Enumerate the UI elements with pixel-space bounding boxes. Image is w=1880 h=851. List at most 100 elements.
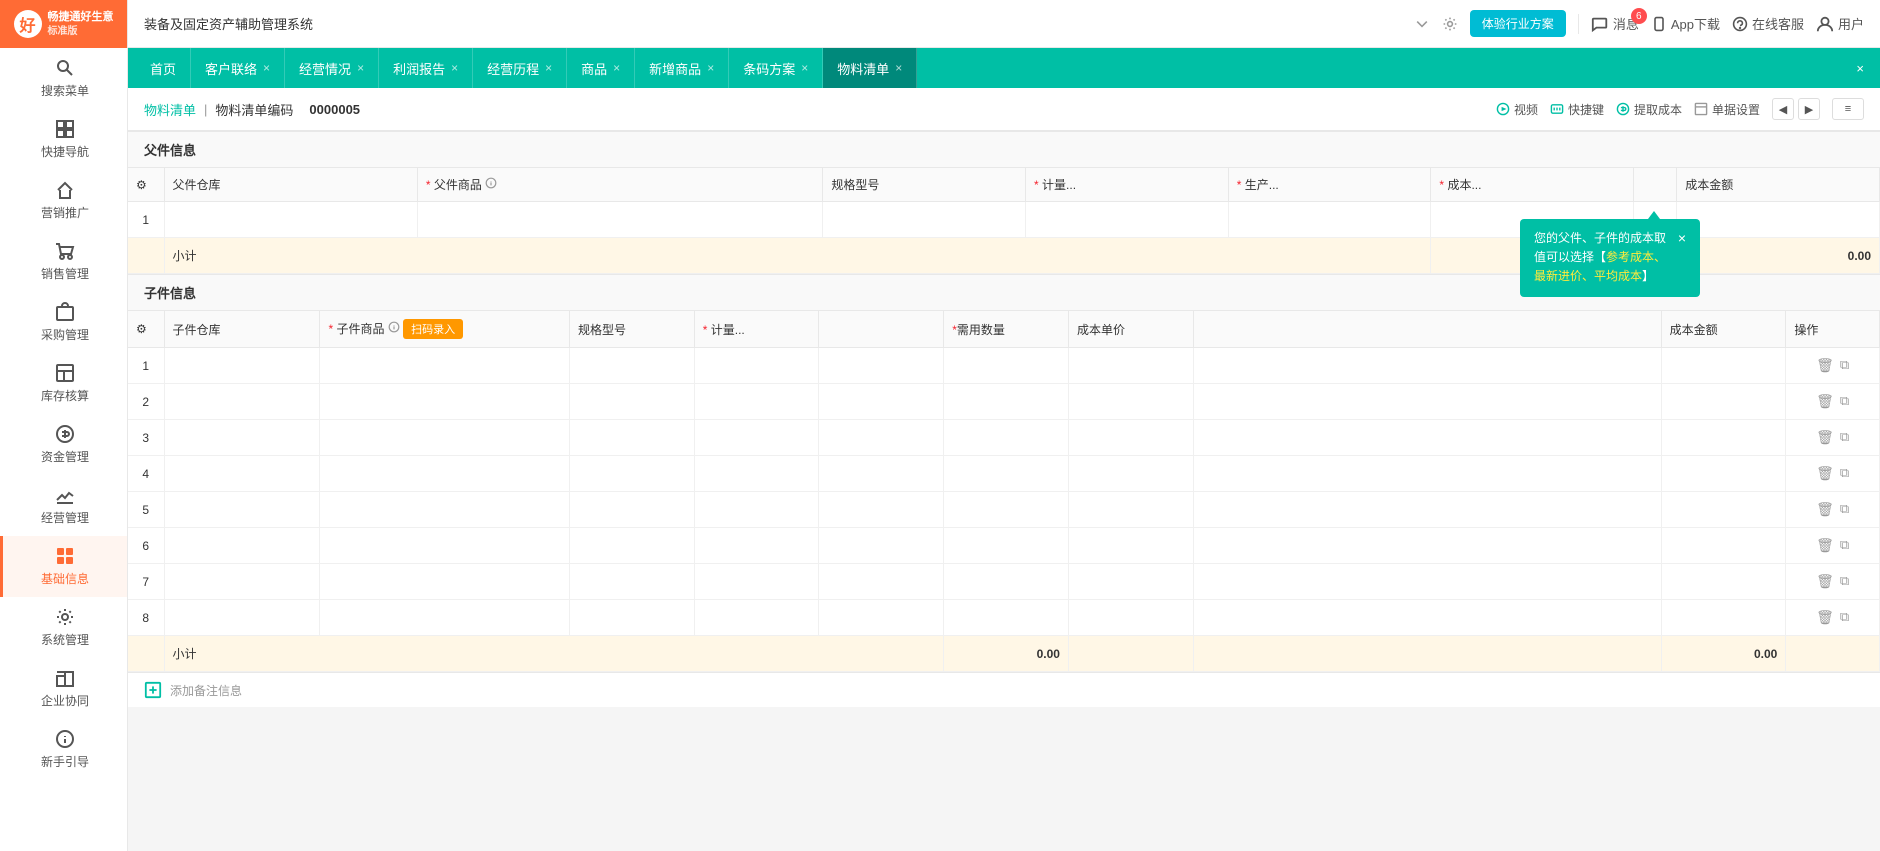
parent-cell-produce[interactable] — [1228, 202, 1431, 238]
child-cell-product-3[interactable] — [320, 456, 570, 492]
close-tab-profit[interactable]: × — [451, 61, 458, 75]
user-btn[interactable]: 用户 — [1816, 14, 1864, 33]
child-cell-spec-2[interactable] — [569, 420, 694, 456]
child-cell-qty-7[interactable] — [944, 600, 1069, 636]
delete-icon-6[interactable]: 🗑 — [1816, 573, 1834, 590]
sidebar-item-guide[interactable]: 新手引导 — [0, 719, 127, 780]
child-cell-unit-5[interactable] — [694, 528, 819, 564]
delete-icon-7[interactable]: 🗑 — [1816, 609, 1834, 626]
tooltip-close-btn[interactable]: × — [1678, 227, 1686, 249]
parent-cell-spec[interactable] — [823, 202, 1026, 238]
tab-product[interactable]: 商品 × — [567, 48, 635, 88]
child-cell-warehouse-4[interactable] — [164, 492, 320, 528]
child-cell-unit-1[interactable] — [694, 384, 819, 420]
nav-next-btn[interactable]: ▶ — [1798, 98, 1820, 120]
sidebar-item-basic[interactable]: 基础信息 — [0, 536, 127, 597]
gear-header-icon[interactable] — [1442, 16, 1458, 32]
child-cell-product-1[interactable] — [320, 384, 570, 420]
copy-icon-6[interactable]: ⧉ — [1840, 573, 1849, 590]
parent-cell-warehouse[interactable] — [164, 202, 417, 238]
toolbar-video[interactable]: 视频 — [1496, 101, 1538, 118]
sidebar-item-nav[interactable]: 快捷导航 — [0, 109, 127, 170]
copy-icon-2[interactable]: ⧉ — [1840, 429, 1849, 446]
child-cell-qty-6[interactable] — [944, 564, 1069, 600]
close-tab-customer[interactable]: × — [263, 61, 270, 75]
child-cell-qty-0[interactable] — [944, 348, 1069, 384]
child-cell-product-6[interactable] — [320, 564, 570, 600]
tab-barcode[interactable]: 条码方案 × — [729, 48, 823, 88]
sidebar-item-finance[interactable]: 资金管理 — [0, 414, 127, 475]
close-tab-new-product[interactable]: × — [707, 61, 714, 75]
child-cell-unit-0[interactable] — [694, 348, 819, 384]
tab-new-product[interactable]: 新增商品 × — [635, 48, 729, 88]
delete-icon-0[interactable]: 🗑 — [1816, 357, 1834, 374]
add-note-label[interactable]: 添加备注信息 — [170, 682, 242, 699]
child-cell-product-5[interactable] — [320, 528, 570, 564]
toolbar-settings[interactable]: 单据设置 — [1694, 101, 1760, 118]
experience-btn[interactable]: 体验行业方案 — [1470, 10, 1566, 37]
sidebar-item-management[interactable]: 经营管理 — [0, 475, 127, 536]
sidebar-item-enterprise[interactable]: 企业协同 — [0, 658, 127, 719]
child-cell-unit-cost-4[interactable] — [1068, 492, 1193, 528]
child-cell-spec-5[interactable] — [569, 528, 694, 564]
close-tab-product[interactable]: × — [613, 61, 620, 75]
sidebar-item-sales[interactable]: 销售管理 — [0, 231, 127, 292]
delete-icon-3[interactable]: 🗑 — [1816, 465, 1834, 482]
tab-home[interactable]: 首页 — [136, 48, 191, 88]
child-cell-unit-cost-6[interactable] — [1068, 564, 1193, 600]
child-cell-spec-1[interactable] — [569, 384, 694, 420]
copy-icon-1[interactable]: ⧉ — [1840, 393, 1849, 410]
breadcrumb-bom[interactable]: 物料清单 — [144, 100, 196, 119]
child-cell-warehouse-1[interactable] — [164, 384, 320, 420]
child-cell-product-7[interactable] — [320, 600, 570, 636]
copy-icon-7[interactable]: ⧉ — [1840, 609, 1849, 626]
child-cell-spec-0[interactable] — [569, 348, 694, 384]
child-cell-unit-cost-0[interactable] — [1068, 348, 1193, 384]
child-cell-warehouse-2[interactable] — [164, 420, 320, 456]
close-all-tabs[interactable]: × — [1848, 61, 1872, 76]
parent-cell-unit[interactable] — [1026, 202, 1229, 238]
child-cell-spec-7[interactable] — [569, 600, 694, 636]
child-cell-unit-cost-5[interactable] — [1068, 528, 1193, 564]
child-cell-spec-4[interactable] — [569, 492, 694, 528]
tab-history[interactable]: 经营历程 × — [473, 48, 567, 88]
child-cell-qty-1[interactable] — [944, 384, 1069, 420]
child-cell-product-2[interactable] — [320, 420, 570, 456]
delete-icon-2[interactable]: 🗑 — [1816, 429, 1834, 446]
sidebar-item-purchase[interactable]: 采购管理 — [0, 292, 127, 353]
child-cell-warehouse-3[interactable] — [164, 456, 320, 492]
child-cell-unit-3[interactable] — [694, 456, 819, 492]
copy-icon-0[interactable]: ⧉ — [1840, 357, 1849, 374]
online-service-btn[interactable]: 在线客服 — [1732, 14, 1804, 33]
nav-prev-btn[interactable]: ◀ — [1772, 98, 1794, 120]
child-cell-warehouse-5[interactable] — [164, 528, 320, 564]
parent-cell-product[interactable] — [417, 202, 822, 238]
toolbar-cost[interactable]: 提取成本 — [1616, 101, 1682, 118]
tab-customer[interactable]: 客户联络 × — [191, 48, 285, 88]
toolbar-hotkey[interactable]: 快捷键 — [1550, 101, 1604, 118]
child-cell-product-0[interactable] — [320, 348, 570, 384]
copy-icon-3[interactable]: ⧉ — [1840, 465, 1849, 482]
sidebar-item-system[interactable]: 系统管理 — [0, 597, 127, 658]
child-cell-product-4[interactable] — [320, 492, 570, 528]
close-tab-barcode[interactable]: × — [801, 61, 808, 75]
child-cell-unit-cost-1[interactable] — [1068, 384, 1193, 420]
delete-icon-1[interactable]: 🗑 — [1816, 393, 1834, 410]
child-cell-qty-4[interactable] — [944, 492, 1069, 528]
child-th-settings[interactable]: ⚙ — [128, 311, 164, 348]
child-cell-warehouse-7[interactable] — [164, 600, 320, 636]
child-cell-qty-2[interactable] — [944, 420, 1069, 456]
child-cell-spec-3[interactable] — [569, 456, 694, 492]
delete-icon-5[interactable]: 🗑 — [1816, 537, 1834, 554]
child-cell-qty-3[interactable] — [944, 456, 1069, 492]
tab-profit[interactable]: 利润报告 × — [379, 48, 473, 88]
sidebar-item-marketing[interactable]: 营销推广 — [0, 170, 127, 231]
sidebar-item-search[interactable]: 搜索菜单 — [0, 48, 127, 109]
close-tab-bom[interactable]: × — [895, 61, 902, 75]
child-cell-unit-7[interactable] — [694, 600, 819, 636]
child-cell-warehouse-0[interactable] — [164, 348, 320, 384]
tab-bom[interactable]: 物料清单 × — [823, 48, 917, 88]
child-cell-unit-4[interactable] — [694, 492, 819, 528]
layout-toggle-btn[interactable]: ≡ — [1832, 98, 1864, 120]
child-cell-qty-5[interactable] — [944, 528, 1069, 564]
